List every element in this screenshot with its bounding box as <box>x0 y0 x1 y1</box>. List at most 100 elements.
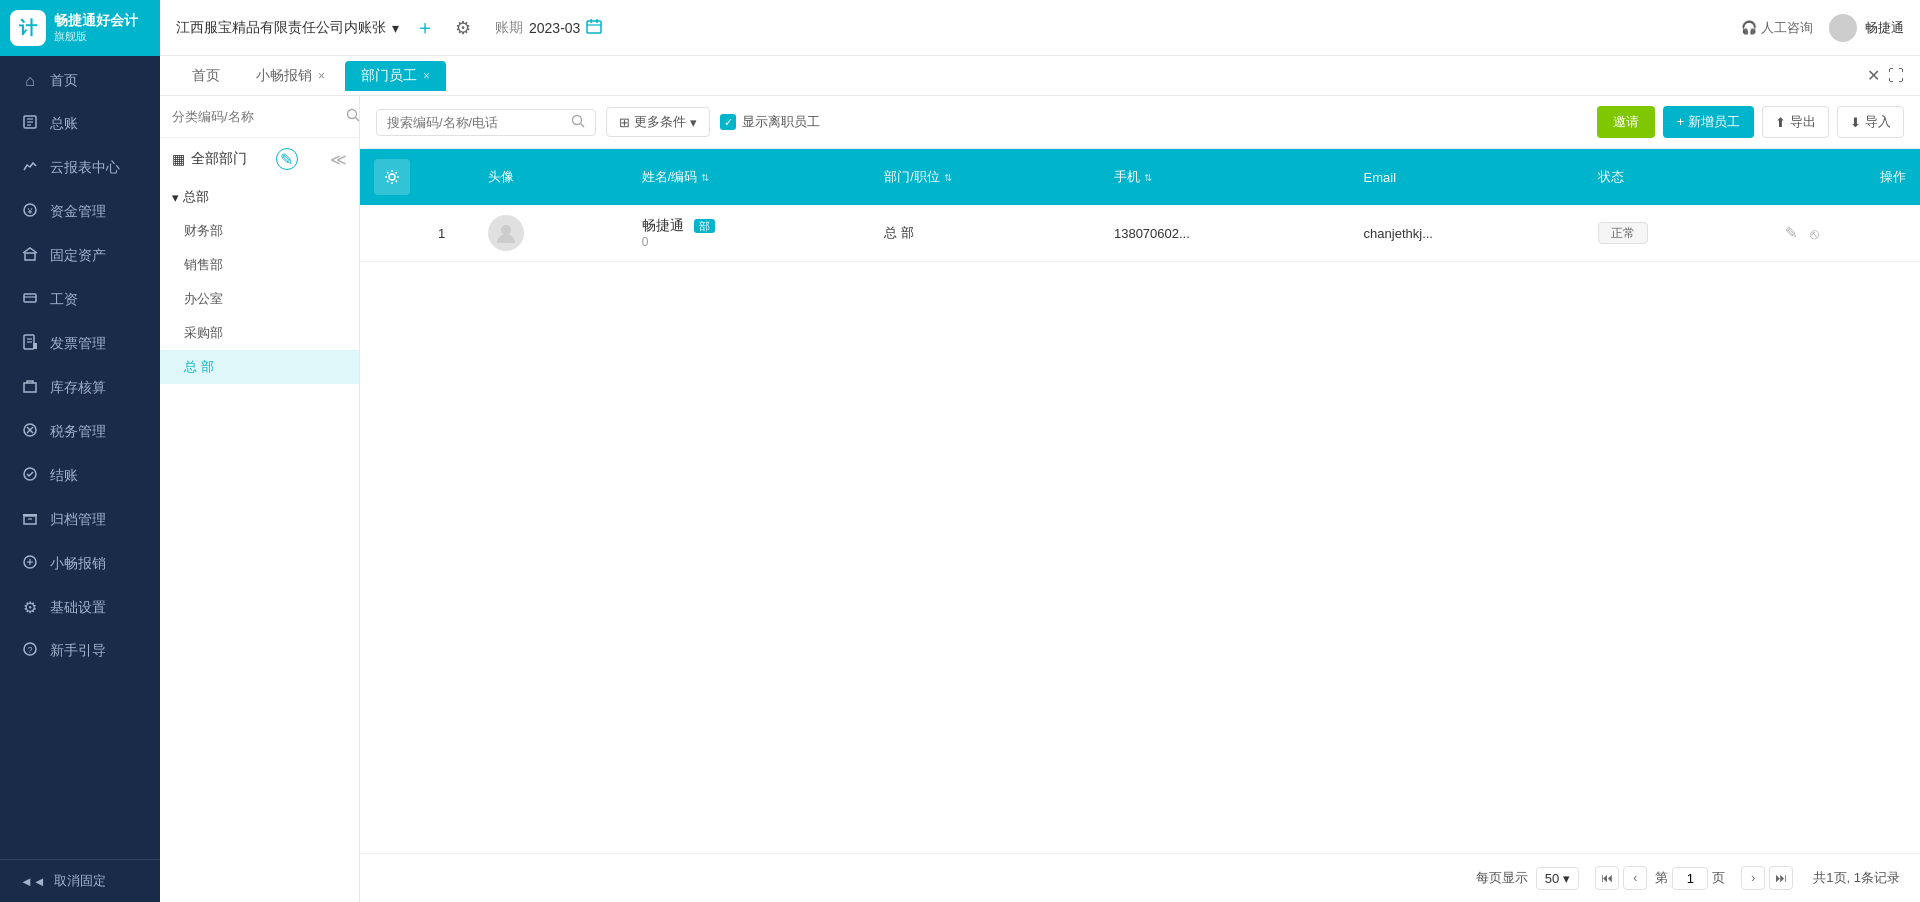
sidebar-item-funds[interactable]: ¥ 资金管理 <box>0 190 160 234</box>
sidebar-item-guide[interactable]: ? 新手引导 <box>0 629 160 673</box>
add-company-btn[interactable]: ＋ <box>411 14 439 41</box>
dept-item-caigou[interactable]: 采购部 <box>160 316 359 350</box>
td-phone: 138070602... <box>1100 205 1350 262</box>
sidebar-item-archive[interactable]: 归档管理 <box>0 498 160 542</box>
sidebar-item-assets[interactable]: 固定资产 <box>0 234 160 278</box>
all-dept-label[interactable]: ▦ 全部部门 <box>172 150 247 168</box>
service-btn[interactable]: 🎧 人工咨询 <box>1741 19 1813 37</box>
employee-table: 头像 姓名/编码 ⇅ 部门/职位 <box>360 149 1920 262</box>
dept-item-label: 总 部 <box>184 359 214 374</box>
import-btn[interactable]: ⬇ 导入 <box>1837 106 1904 138</box>
sidebar-item-inventory[interactable]: 库存核算 <box>0 366 160 410</box>
sidebar-item-home[interactable]: ⌂ 首页 <box>0 60 160 102</box>
td-dept: 总 部 <box>870 205 1100 262</box>
sidebar-item-salary[interactable]: 工资 <box>0 278 160 322</box>
dept-item-bangong[interactable]: 办公室 <box>160 282 359 316</box>
invoice-icon <box>20 334 40 354</box>
xiaochang-icon <box>20 554 40 574</box>
page-number-input[interactable] <box>1672 867 1708 890</box>
settings-btn[interactable]: ⚙ <box>451 17 475 39</box>
th-dept[interactable]: 部门/职位 ⇅ <box>870 149 1100 205</box>
filter-btn[interactable]: ⊞ 更多条件 ▾ <box>606 107 710 137</box>
import-label: 导入 <box>1865 113 1891 131</box>
archive-icon <box>20 510 40 530</box>
prev-page-btn[interactable]: ‹ <box>1623 866 1647 890</box>
dept-item-caiwu[interactable]: 财务部 <box>160 214 359 248</box>
td-name: 畅捷通 部 0 <box>628 205 870 262</box>
main-area: 江西服宝精品有限责任公司内账张 ▾ ＋ ⚙ 账期 2023-03 🎧 人工咨询 … <box>160 0 1920 902</box>
dept-group-name: 总部 <box>183 188 209 206</box>
logo-icon: 计 <box>10 10 46 46</box>
tab-home[interactable]: 首页 <box>176 61 236 91</box>
th-settings[interactable] <box>360 149 424 205</box>
tab-xiaochang[interactable]: 小畅报销 × <box>240 61 341 91</box>
per-page-value: 50 <box>1545 871 1559 886</box>
invite-btn[interactable]: 邀请 <box>1597 106 1655 138</box>
sidebar-item-closeout[interactable]: 结账 <box>0 454 160 498</box>
sidebar-item-label: 库存核算 <box>50 379 106 397</box>
tab-close-dept[interactable]: × <box>423 69 430 83</box>
dept-group-label-zongbu[interactable]: ▾ 总部 <box>160 180 359 214</box>
add-employee-btn[interactable]: + 新增员工 <box>1663 106 1754 138</box>
dept-item-zongbu-sub[interactable]: 总 部 <box>160 350 359 384</box>
tab-xiaochang-label: 小畅报销 <box>256 67 312 85</box>
sidebar-item-xiaochang[interactable]: 小畅报销 <box>0 542 160 586</box>
sidebar-item-label: 首页 <box>50 72 78 90</box>
employee-search-input[interactable] <box>387 115 565 130</box>
sidebar-item-reports[interactable]: 云报表中心 <box>0 146 160 190</box>
row-num: 1 <box>438 226 445 241</box>
per-page-select[interactable]: 50 ▾ <box>1536 867 1579 890</box>
th-phone[interactable]: 手机 ⇅ <box>1100 149 1350 205</box>
sidebar-item-invoice[interactable]: 发票管理 <box>0 322 160 366</box>
last-page-btn[interactable]: ⏭ <box>1769 866 1793 890</box>
employee-search-box <box>376 109 596 136</box>
tab-home-label: 首页 <box>192 67 220 85</box>
close-tab-action[interactable]: ✕ <box>1867 66 1880 85</box>
show-resigned-toggle[interactable]: ✓ 显示离职员工 <box>720 113 820 131</box>
next-page-btn[interactable]: › <box>1741 866 1765 890</box>
dept-search-icon[interactable] <box>346 108 360 125</box>
svg-point-33 <box>573 115 582 124</box>
export-btn[interactable]: ⬆ 导出 <box>1762 106 1829 138</box>
tab-close-xiaochang[interactable]: × <box>318 69 325 83</box>
toolbar-right: 邀请 + 新增员工 ⬆ 导出 ⬇ 导入 <box>1597 106 1904 138</box>
sidebar-item-settings[interactable]: ⚙ 基础设置 <box>0 586 160 629</box>
all-dept-text: 全部部门 <box>191 150 247 168</box>
pin-icon: ◄◄ <box>20 874 46 889</box>
sort-name-icon: ⇅ <box>701 172 709 183</box>
company-selector[interactable]: 江西服宝精品有限责任公司内账张 ▾ <box>176 19 399 37</box>
chevron-down-icon: ▾ <box>392 20 399 36</box>
cancel-fixed-btn[interactable]: ◄◄ 取消固定 <box>0 859 160 902</box>
sidebar-item-ledger[interactable]: 总账 <box>0 102 160 146</box>
th-avatar-label: 头像 <box>488 169 514 184</box>
dept-panel: ▦ 全部部门 ✎ ≪ ▾ 总部 财务部 销售部 <box>160 96 360 902</box>
cancel-fixed-label: 取消固定 <box>54 872 106 890</box>
sidebar-item-label: 结账 <box>50 467 78 485</box>
sidebar-item-label: 小畅报销 <box>50 555 106 573</box>
th-email: Email <box>1350 149 1584 205</box>
employee-search-icon[interactable] <box>571 114 585 131</box>
period-label: 账期 <box>495 19 523 37</box>
employee-table-wrapper: 头像 姓名/编码 ⇅ 部门/职位 <box>360 149 1920 853</box>
column-settings-icon[interactable] <box>374 159 410 195</box>
filter-btn-label: 更多条件 <box>634 113 686 131</box>
dept-item-xiaoshou[interactable]: 销售部 <box>160 248 359 282</box>
collapse-panel-icon[interactable]: ≪ <box>330 150 347 169</box>
sidebar-item-tax[interactable]: 税务管理 <box>0 410 160 454</box>
sidebar-item-label: 归档管理 <box>50 511 106 529</box>
th-name[interactable]: 姓名/编码 ⇅ <box>628 149 870 205</box>
grid-icon: ▦ <box>172 151 185 167</box>
reports-icon <box>20 158 40 178</box>
dept-search-input[interactable] <box>172 109 340 124</box>
maximize-tab-action[interactable]: ⛶ <box>1888 67 1904 85</box>
logout-employee-icon[interactable]: ⎋ <box>1810 225 1819 242</box>
tax-icon <box>20 422 40 442</box>
tab-dept-employee[interactable]: 部门员工 × <box>345 61 446 91</box>
edit-dept-icon[interactable]: ✎ <box>276 148 298 170</box>
export-label: 导出 <box>1790 113 1816 131</box>
show-resigned-checkbox[interactable]: ✓ <box>720 114 736 130</box>
first-page-btn[interactable]: ⏮ <box>1595 866 1619 890</box>
sidebar-item-label: 工资 <box>50 291 78 309</box>
edit-employee-icon[interactable]: ✎ <box>1785 224 1798 242</box>
calendar-icon <box>586 18 602 37</box>
